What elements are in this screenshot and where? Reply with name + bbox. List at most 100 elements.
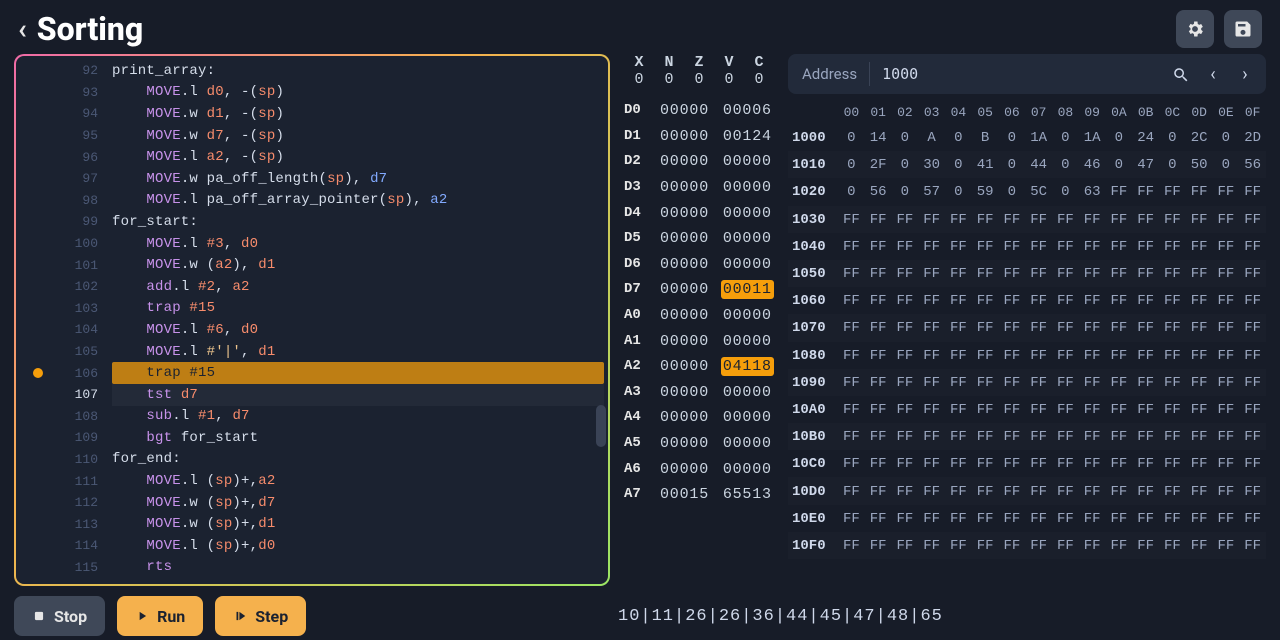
memory-cell[interactable]: FF — [945, 293, 972, 309]
memory-cell[interactable]: FF — [1186, 348, 1213, 364]
memory-cell[interactable]: FF — [1052, 320, 1079, 336]
memory-cell[interactable]: FF — [1106, 184, 1133, 200]
memory-cell[interactable]: FF — [945, 212, 972, 228]
memory-cell[interactable]: FF — [1213, 184, 1240, 200]
code-line[interactable]: 113 MOVE.w (sp)+,d1 — [16, 513, 608, 535]
memory-cell[interactable]: FF — [892, 429, 919, 445]
memory-cell[interactable]: FF — [972, 293, 999, 309]
memory-search-button[interactable] — [1170, 64, 1192, 85]
run-button[interactable]: Run — [117, 596, 203, 636]
code-line[interactable]: 103 trap #15 — [16, 298, 608, 320]
memory-cell[interactable]: FF — [945, 456, 972, 472]
memory-cell[interactable]: FF — [1159, 239, 1186, 255]
memory-cell[interactable]: FF — [1159, 348, 1186, 364]
memory-cell[interactable]: FF — [972, 456, 999, 472]
memory-cell[interactable]: 0 — [1159, 130, 1186, 146]
memory-cell[interactable]: FF — [1239, 429, 1266, 445]
memory-cell[interactable]: FF — [1106, 456, 1133, 472]
memory-cell[interactable]: 0 — [999, 157, 1026, 173]
memory-cell[interactable]: FF — [999, 402, 1026, 418]
memory-cell[interactable]: FF — [838, 538, 865, 554]
memory-cell[interactable]: 0 — [1213, 157, 1240, 173]
memory-cell[interactable]: FF — [1079, 375, 1106, 391]
memory-cell[interactable]: FF — [1132, 511, 1159, 527]
memory-cell[interactable]: FF — [1213, 293, 1240, 309]
memory-cell[interactable]: FF — [1025, 402, 1052, 418]
memory-cell[interactable]: FF — [1106, 293, 1133, 309]
memory-cell[interactable]: FF — [1025, 511, 1052, 527]
memory-cell[interactable]: FF — [918, 212, 945, 228]
memory-cell[interactable]: FF — [1239, 511, 1266, 527]
memory-cell[interactable]: FF — [1079, 456, 1106, 472]
code-line[interactable]: 104 MOVE.l #6, d0 — [16, 319, 608, 341]
memory-cell[interactable]: 24 — [1132, 130, 1159, 146]
memory-cell[interactable]: FF — [1159, 184, 1186, 200]
memory-cell[interactable]: 5C — [1025, 184, 1052, 200]
code-line[interactable]: 101 MOVE.w (a2), d1 — [16, 254, 608, 276]
memory-cell[interactable]: FF — [1213, 320, 1240, 336]
memory-cell[interactable]: FF — [1132, 484, 1159, 500]
memory-cell[interactable]: FF — [945, 402, 972, 418]
memory-cell[interactable]: FF — [838, 266, 865, 282]
memory-cell[interactable]: FF — [1159, 484, 1186, 500]
memory-cell[interactable]: FF — [999, 429, 1026, 445]
memory-cell[interactable]: FF — [918, 456, 945, 472]
memory-cell[interactable]: 0 — [1052, 157, 1079, 173]
code-line[interactable]: 96 MOVE.l a2, -(sp) — [16, 146, 608, 168]
memory-cell[interactable]: FF — [1239, 266, 1266, 282]
code-line[interactable]: 105 MOVE.l #'|', d1 — [16, 341, 608, 363]
memory-cell[interactable]: FF — [1052, 348, 1079, 364]
memory-cell[interactable]: FF — [999, 212, 1026, 228]
memory-cell[interactable]: 0 — [999, 184, 1026, 200]
memory-cell[interactable]: FF — [1132, 402, 1159, 418]
memory-cell[interactable]: FF — [972, 429, 999, 445]
memory-cell[interactable]: FF — [945, 266, 972, 282]
memory-cell[interactable]: FF — [1132, 239, 1159, 255]
memory-cell[interactable]: FF — [892, 484, 919, 500]
memory-cell[interactable]: FF — [838, 348, 865, 364]
memory-cell[interactable]: FF — [972, 511, 999, 527]
memory-cell[interactable]: 0 — [838, 130, 865, 146]
memory-cell[interactable]: 2D — [1239, 130, 1266, 146]
memory-cell[interactable]: FF — [999, 266, 1026, 282]
memory-cell[interactable]: FF — [1025, 212, 1052, 228]
memory-cell[interactable]: FF — [1132, 538, 1159, 554]
memory-next-button[interactable]: › — [1234, 64, 1256, 85]
memory-cell[interactable]: FF — [1025, 266, 1052, 282]
memory-cell[interactable]: 0 — [945, 157, 972, 173]
memory-cell[interactable]: 0 — [838, 157, 865, 173]
memory-cell[interactable]: FF — [1079, 511, 1106, 527]
memory-cell[interactable]: FF — [1159, 212, 1186, 228]
memory-cell[interactable]: FF — [1106, 212, 1133, 228]
memory-cell[interactable]: A — [918, 130, 945, 146]
memory-cell[interactable]: 0 — [892, 130, 919, 146]
memory-cell[interactable]: FF — [865, 293, 892, 309]
memory-cell[interactable]: FF — [972, 320, 999, 336]
memory-cell[interactable]: FF — [838, 320, 865, 336]
code-line[interactable]: 94 MOVE.w d1, -(sp) — [16, 103, 608, 125]
code-line[interactable]: 115 rts — [16, 557, 608, 579]
memory-cell[interactable]: FF — [1186, 456, 1213, 472]
memory-cell[interactable]: FF — [1213, 266, 1240, 282]
memory-cell[interactable]: FF — [1239, 320, 1266, 336]
memory-cell[interactable]: FF — [972, 538, 999, 554]
memory-cell[interactable]: FF — [918, 402, 945, 418]
memory-cell[interactable]: FF — [1052, 429, 1079, 445]
memory-cell[interactable]: FF — [1159, 375, 1186, 391]
memory-cell[interactable]: FF — [1025, 239, 1052, 255]
step-button[interactable]: Step — [215, 596, 306, 636]
memory-cell[interactable]: 0 — [892, 184, 919, 200]
memory-cell[interactable]: 41 — [972, 157, 999, 173]
memory-cell[interactable]: FF — [945, 320, 972, 336]
memory-cell[interactable]: FF — [1159, 429, 1186, 445]
memory-cell[interactable]: FF — [1213, 538, 1240, 554]
memory-cell[interactable]: FF — [972, 402, 999, 418]
code-line[interactable]: 107 tst d7 — [16, 384, 608, 406]
memory-cell[interactable]: FF — [1106, 375, 1133, 391]
memory-cell[interactable]: FF — [892, 212, 919, 228]
memory-cell[interactable]: FF — [1186, 538, 1213, 554]
memory-cell[interactable]: FF — [865, 456, 892, 472]
memory-cell[interactable]: FF — [918, 293, 945, 309]
memory-cell[interactable]: FF — [945, 484, 972, 500]
code-line[interactable]: 114 MOVE.l (sp)+,d0 — [16, 535, 608, 557]
